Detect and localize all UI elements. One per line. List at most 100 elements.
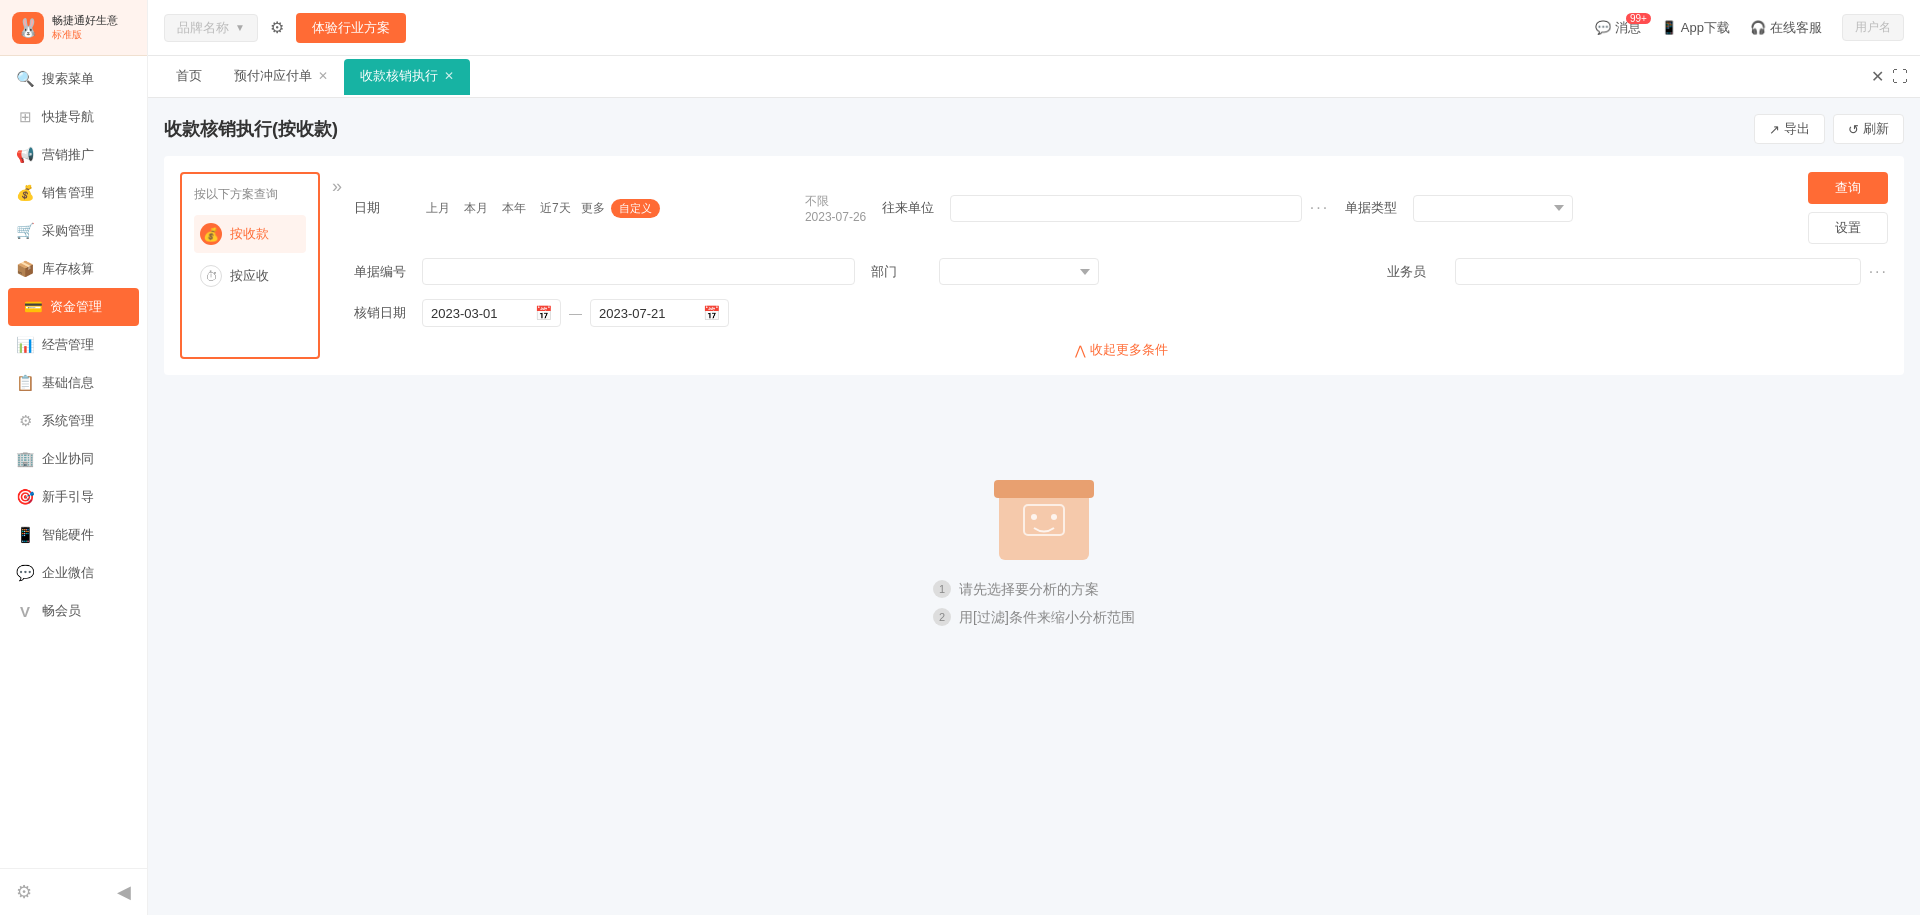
counterparty-input[interactable] — [950, 195, 1302, 222]
tab-close-receipt-writeoff[interactable]: ✕ — [444, 69, 454, 83]
svg-point-3 — [1031, 514, 1037, 520]
sidebar-item-purchase[interactable]: 🛒 采购管理 — [0, 212, 147, 250]
export-button[interactable]: ↗ 导出 — [1754, 114, 1825, 144]
close-tab-icon[interactable]: ✕ — [1871, 67, 1884, 86]
refresh-button[interactable]: ↺ 刷新 — [1833, 114, 1904, 144]
svg-rect-0 — [999, 490, 1089, 560]
sidebar-item-label: 智能硬件 — [42, 526, 94, 544]
collapse-more-button[interactable]: ⋀ 收起更多条件 — [354, 341, 1888, 359]
app-download-button[interactable]: 📱 App下载 — [1661, 19, 1730, 37]
settings-footer-icon[interactable]: ⚙ — [16, 881, 32, 903]
doc-type-field: 单据类型 — [1345, 195, 1792, 222]
top-header: 品牌名称 ▼ ⚙ 体验行业方案 💬 消息 99+ 📱 App下载 🎧 在线客服 … — [148, 0, 1920, 56]
counterparty-more-icon[interactable]: ··· — [1310, 199, 1329, 217]
doc-type-select[interactable] — [1413, 195, 1573, 222]
sidebar-footer: ⚙ ◀ — [0, 868, 147, 915]
industry-solution-button[interactable]: 体验行业方案 — [296, 13, 406, 43]
sidebar-menu: 🔍 搜索菜单 ⊞ 快捷导航 📢 营销推广 💰 销售管理 🛒 采购管理 📦 库存核… — [0, 56, 147, 868]
preset-custom[interactable]: 自定义 — [611, 199, 660, 218]
sidebar-item-finance[interactable]: 💳 资金管理 — [8, 288, 139, 326]
finance-icon: 💳 — [24, 298, 42, 316]
online-service-button[interactable]: 🎧 在线客服 — [1750, 19, 1822, 37]
sidebar-item-base-info[interactable]: 📋 基础信息 — [0, 364, 147, 402]
filter-collapse-button[interactable]: » — [332, 172, 342, 359]
sidebar-item-label: 基础信息 — [42, 374, 94, 392]
sidebar-item-label: 经营管理 — [42, 336, 94, 354]
service-icon: 🎧 — [1750, 20, 1766, 35]
sidebar-item-member[interactable]: V 畅会员 — [0, 592, 147, 630]
sidebar-item-label: 新手引导 — [42, 488, 94, 506]
sidebar-item-system[interactable]: ⚙ 系统管理 — [0, 402, 147, 440]
date-field: 日期 上月 本月 本年 近7天 更多 自定义 — [354, 198, 801, 219]
user-profile[interactable]: 用户名 — [1842, 14, 1904, 41]
page-body: 收款核销执行(按收款) ↗ 导出 ↺ 刷新 按以下方案查询 — [148, 98, 1920, 915]
member-icon: V — [16, 603, 34, 620]
preset-7days[interactable]: 近7天 — [536, 198, 575, 219]
base-info-icon: 📋 — [16, 374, 34, 392]
preset-this-year[interactable]: 本年 — [498, 198, 530, 219]
sidebar-item-label: 企业协同 — [42, 450, 94, 468]
doc-no-input[interactable] — [422, 258, 855, 285]
settings-button[interactable]: 设置 — [1808, 212, 1888, 244]
system-icon: ⚙ — [16, 412, 34, 430]
sidebar-item-inventory[interactable]: 📦 库存核算 — [0, 250, 147, 288]
page-container: 收款核销执行(按收款) ↗ 导出 ↺ 刷新 按以下方案查询 — [148, 98, 1920, 727]
tab-prepay[interactable]: 预付冲应付单 ✕ — [218, 59, 344, 95]
brand-text: 品牌名称 — [177, 19, 229, 37]
tab-receipt-writeoff[interactable]: 收款核销执行 ✕ — [344, 59, 470, 95]
department-select[interactable] — [939, 258, 1099, 285]
empty-svg — [984, 455, 1104, 565]
salesperson-more-icon[interactable]: ··· — [1869, 263, 1888, 281]
sidebar-item-marketing[interactable]: 📢 营销推广 — [0, 136, 147, 174]
calendar-start-icon[interactable]: 📅 — [535, 305, 552, 321]
sidebar-item-sales[interactable]: 💰 销售管理 — [0, 174, 147, 212]
writeoff-date-end-input[interactable] — [599, 306, 699, 321]
sidebar-item-label: 销售管理 — [42, 184, 94, 202]
sidebar-item-search-menu[interactable]: 🔍 搜索菜单 — [0, 60, 147, 98]
tabs-bar: 首页 预付冲应付单 ✕ 收款核销执行 ✕ ✕ ⛶ — [148, 56, 1920, 98]
salesperson-input[interactable] — [1455, 258, 1860, 285]
operations-icon: 📊 — [16, 336, 34, 354]
query-button[interactable]: 查询 — [1808, 172, 1888, 204]
sales-icon: 💰 — [16, 184, 34, 202]
sidebar-item-wechat[interactable]: 💬 企业微信 — [0, 554, 147, 592]
tabs-actions: ✕ ⛶ — [1871, 67, 1908, 86]
tab-home[interactable]: 首页 — [160, 59, 218, 95]
preset-more[interactable]: 更多 — [581, 200, 605, 217]
filter-option-by-receivable[interactable]: ⏱ 按应收 — [194, 257, 306, 295]
sidebar-item-quick-nav[interactable]: ⊞ 快捷导航 — [0, 98, 147, 136]
doc-no-field: 单据编号 — [354, 258, 855, 285]
sidebar-item-operations[interactable]: 📊 经营管理 — [0, 326, 147, 364]
refresh-icon: ↺ — [1848, 122, 1859, 137]
date-separator: — — [569, 306, 582, 321]
empty-state: 1 请先选择要分析的方案 2 用[过滤]条件来缩小分析范围 — [164, 375, 1904, 711]
salesperson-field: 业务员 ··· — [1387, 258, 1888, 285]
sidebar-item-label: 资金管理 — [50, 298, 102, 316]
message-button[interactable]: 💬 消息 99+ — [1595, 19, 1641, 37]
writeoff-date-start-input[interactable] — [431, 306, 531, 321]
sidebar-item-guide[interactable]: 🎯 新手引导 — [0, 478, 147, 516]
app-icon: 📱 — [1661, 20, 1677, 35]
page-title: 收款核销执行(按收款) — [164, 117, 338, 141]
expand-tab-icon[interactable]: ⛶ — [1892, 68, 1908, 86]
preset-this-month[interactable]: 本月 — [460, 198, 492, 219]
export-icon: ↗ — [1769, 122, 1780, 137]
svg-rect-1 — [994, 480, 1094, 498]
sidebar-item-hardware[interactable]: 📱 智能硬件 — [0, 516, 147, 554]
tab-close-prepay[interactable]: ✕ — [318, 69, 328, 83]
sidebar: 🐰 畅捷通好生意 标准版 🔍 搜索菜单 ⊞ 快捷导航 📢 营销推广 💰 销售管理… — [0, 0, 148, 915]
calendar-end-icon[interactable]: 📅 — [703, 305, 720, 321]
writeoff-date-end-wrap: 📅 — [590, 299, 729, 327]
collapse-sidebar-icon[interactable]: ◀ — [117, 881, 131, 903]
settings-icon[interactable]: ⚙ — [270, 18, 284, 37]
sidebar-item-enterprise[interactable]: 🏢 企业协同 — [0, 440, 147, 478]
date-label: 日期 — [354, 199, 414, 217]
preset-last-month[interactable]: 上月 — [422, 198, 454, 219]
filter-option-by-receipt[interactable]: 💰 按收款 — [194, 215, 306, 253]
header-right: 💬 消息 99+ 📱 App下载 🎧 在线客服 用户名 — [1595, 14, 1904, 41]
writeoff-date-start-wrap: 📅 — [422, 299, 561, 327]
header-brand-selector[interactable]: 品牌名称 ▼ — [164, 14, 258, 42]
search-menu-icon: 🔍 — [16, 70, 34, 88]
quick-nav-icon: ⊞ — [16, 108, 34, 126]
header-left: 品牌名称 ▼ ⚙ 体验行业方案 — [164, 13, 406, 43]
